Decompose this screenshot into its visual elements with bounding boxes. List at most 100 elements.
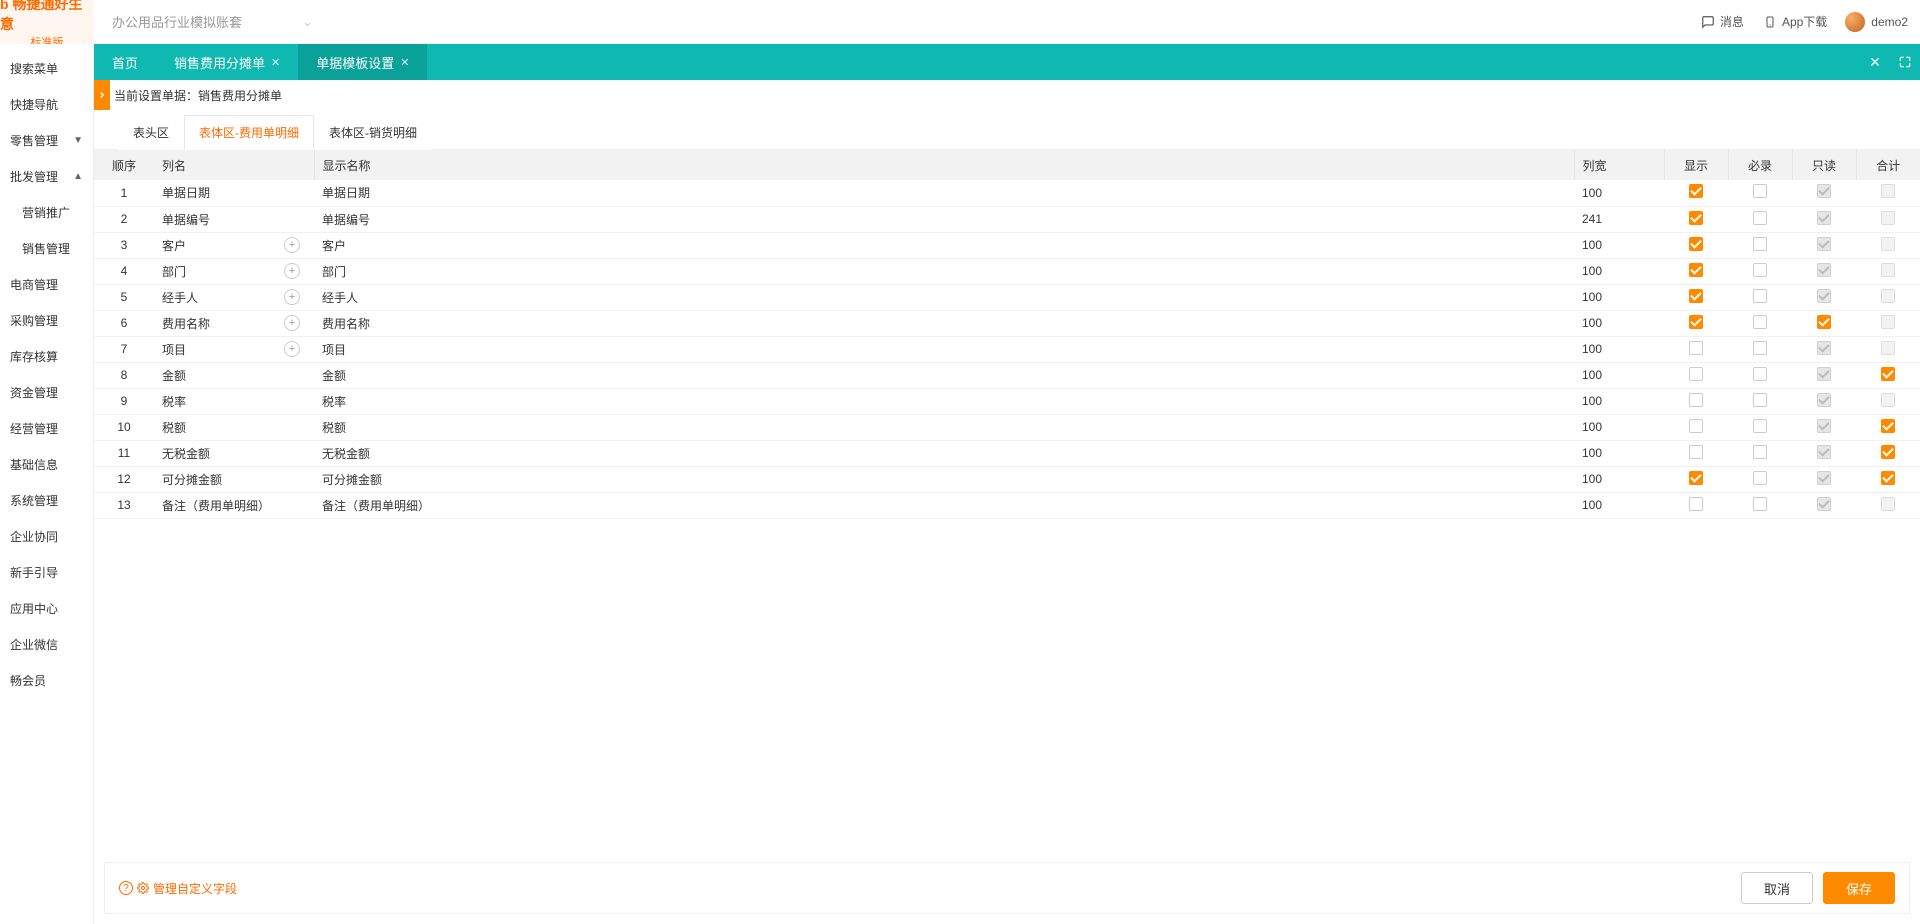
checkbox[interactable] [1689,445,1703,459]
cell-width[interactable]: 100 [1574,258,1664,284]
checkbox[interactable] [1753,419,1767,433]
sidebar-item[interactable]: 营销推广 [0,194,93,230]
cell-width[interactable]: 241 [1574,206,1664,232]
sidebar-item[interactable]: 库存核算 [0,338,93,374]
cell-width[interactable]: 100 [1574,414,1664,440]
cell-display-name[interactable]: 税率 [314,388,1574,414]
cell-display-name[interactable]: 备注（费用单明细） [314,492,1574,518]
fullscreen-button[interactable] [1890,44,1920,80]
checkbox[interactable] [1881,367,1895,381]
sidebar-item[interactable]: 基础信息 [0,446,93,482]
add-icon[interactable]: + [284,237,300,253]
sub-tab[interactable]: 表体区-销货明细 [314,115,432,150]
cell-display-name[interactable]: 无税金额 [314,440,1574,466]
cell-display-name[interactable]: 部门 [314,258,1574,284]
sidebar-item[interactable]: 畅会员 [0,662,93,698]
cell-display-name[interactable]: 项目 [314,336,1574,362]
checkbox[interactable] [1689,315,1703,329]
cell-width[interactable]: 100 [1574,336,1664,362]
cancel-button[interactable]: 取消 [1741,872,1813,904]
checkbox[interactable] [1689,211,1703,225]
tab[interactable]: 单据模板设置✕ [298,44,427,80]
checkbox[interactable] [1753,237,1767,251]
sidebar-item[interactable]: 系统管理 [0,482,93,518]
sidebar-item[interactable]: 零售管理▼ [0,122,93,158]
checkbox[interactable] [1689,263,1703,277]
messages-link[interactable]: 消息 [1700,13,1744,30]
cell-width[interactable]: 100 [1574,284,1664,310]
checkbox[interactable] [1753,445,1767,459]
checkbox[interactable] [1817,315,1831,329]
checkbox[interactable] [1753,367,1767,381]
checkbox[interactable] [1689,237,1703,251]
checkbox[interactable] [1753,393,1767,407]
cell-display-name[interactable]: 可分摊金额 [314,466,1574,492]
cell-width[interactable]: 100 [1574,388,1664,414]
cell-display-name[interactable]: 单据编号 [314,206,1574,232]
checkbox[interactable] [1753,341,1767,355]
checkbox[interactable] [1689,367,1703,381]
add-icon[interactable]: + [284,315,300,331]
close-all-tabs-button[interactable]: ✕ [1860,44,1890,80]
close-icon[interactable]: ✕ [400,56,409,69]
cell-width[interactable]: 100 [1574,362,1664,388]
checkbox[interactable] [1753,471,1767,485]
tab[interactable]: 销售费用分摊单✕ [156,44,298,80]
cell-width[interactable]: 100 [1574,310,1664,336]
checkbox[interactable] [1689,419,1703,433]
checkbox[interactable] [1753,211,1767,225]
checkbox[interactable] [1753,184,1767,198]
tab[interactable]: 首页 [94,44,156,80]
checkbox[interactable] [1689,393,1703,407]
cell-display-name[interactable]: 费用名称 [314,310,1574,336]
cell-width[interactable]: 100 [1574,492,1664,518]
save-button[interactable]: 保存 [1823,872,1895,904]
cell-display-name[interactable]: 客户 [314,232,1574,258]
sidebar-item[interactable]: 新手引导 [0,554,93,590]
sidebar-item[interactable]: 应用中心 [0,590,93,626]
tenant-selector[interactable]: 办公用品行业模拟账套 ⌄ [112,12,313,31]
checkbox[interactable] [1689,497,1703,511]
add-icon[interactable]: + [284,341,300,357]
user-menu[interactable]: demo2 [1845,12,1908,32]
checkbox[interactable] [1881,445,1895,459]
checkbox[interactable] [1753,263,1767,277]
sidebar-item[interactable]: 采购管理 [0,302,93,338]
checkbox[interactable] [1689,341,1703,355]
checkbox[interactable] [1689,289,1703,303]
checkbox[interactable] [1881,471,1895,485]
checkbox[interactable] [1689,184,1703,198]
add-icon[interactable]: + [284,263,300,279]
sidebar-item[interactable]: 经营管理 [0,410,93,446]
cell-width[interactable]: 100 [1574,232,1664,258]
sidebar-item[interactable]: 企业协同 [0,518,93,554]
cell-display-name[interactable]: 经手人 [314,284,1574,310]
sidebar-item[interactable]: 快捷导航 [0,86,93,122]
cell-display-name[interactable]: 单据日期 [314,180,1574,206]
checkbox[interactable] [1753,497,1767,511]
sub-tab[interactable]: 表体区-费用单明细 [184,115,314,150]
cell-width[interactable]: 100 [1574,180,1664,206]
add-icon[interactable]: + [284,289,300,305]
sidebar-item[interactable]: 企业微信 [0,626,93,662]
cell-sum [1856,492,1920,518]
app-download-link[interactable]: App下载 [1762,13,1827,30]
sidebar-item[interactable]: 搜索菜单 [0,50,93,86]
cell-width[interactable]: 100 [1574,466,1664,492]
checkbox[interactable] [1753,315,1767,329]
cell-display-name[interactable]: 金额 [314,362,1574,388]
collapse-toggle[interactable] [94,80,110,110]
sidebar-item[interactable]: 电商管理 [0,266,93,302]
checkbox[interactable] [1689,471,1703,485]
cell-display-name[interactable]: 税额 [314,414,1574,440]
sidebar-item[interactable]: 资金管理 [0,374,93,410]
sidebar-item[interactable]: 销售管理 [0,230,93,266]
cell-name: 经手人+ [154,284,314,310]
close-icon[interactable]: ✕ [271,56,280,69]
manage-custom-fields-link[interactable]: ? 管理自定义字段 [119,880,237,897]
checkbox[interactable] [1881,419,1895,433]
sub-tab[interactable]: 表头区 [118,115,184,150]
cell-width[interactable]: 100 [1574,440,1664,466]
sidebar-item[interactable]: 批发管理▲ [0,158,93,194]
checkbox[interactable] [1753,289,1767,303]
